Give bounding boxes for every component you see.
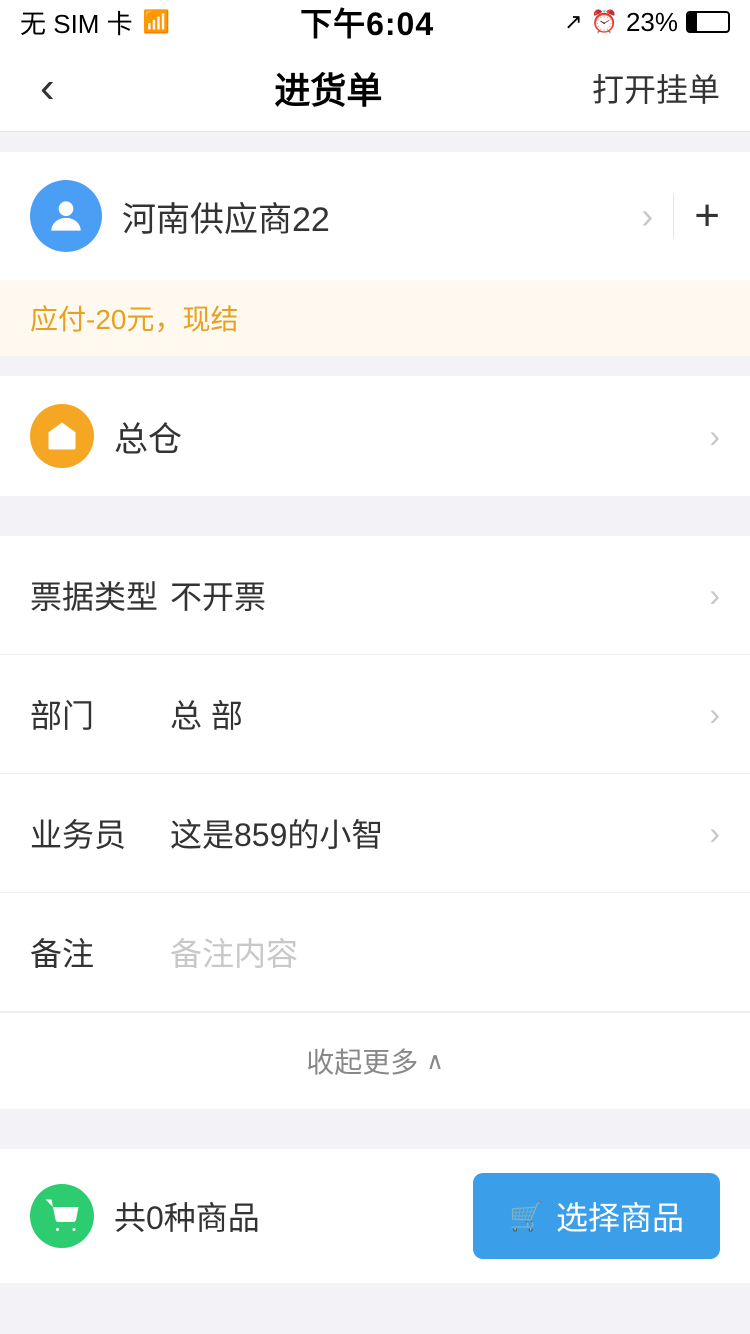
supplier-chevron-icon: › — [641, 195, 653, 237]
invoice-type-value: 不开票 — [170, 572, 709, 618]
cart-icon — [44, 1198, 80, 1234]
status-time: 下午6:04 — [300, 0, 434, 45]
form-section: 票据类型 不开票 › 部门 总 部 › 业务员 这是859的小智 › 备注 备注… — [0, 536, 750, 1109]
supplier-row[interactable]: 河南供应商22 › + — [0, 152, 750, 280]
supplier-name: 河南供应商22 — [122, 192, 641, 241]
open-pending-button[interactable]: 打开挂单 — [592, 65, 720, 111]
salesperson-value: 这是859的小智 — [170, 810, 709, 856]
supplier-avatar — [30, 180, 102, 252]
back-button[interactable]: ‹ — [30, 56, 65, 120]
wifi-icon: 📶 — [143, 9, 170, 35]
select-product-label: 选择商品 — [556, 1193, 684, 1239]
department-value: 总 部 — [170, 691, 709, 737]
warehouse-chevron-icon: › — [709, 418, 720, 455]
invoice-type-row[interactable]: 票据类型 不开票 › — [0, 536, 750, 655]
product-cart-icon — [30, 1184, 94, 1248]
status-bar: 无 SIM 卡 📶 下午6:04 ↗ ⏰ 23% — [0, 0, 750, 44]
battery-indicator — [686, 11, 730, 33]
nav-bar: ‹ 进货单 打开挂单 — [0, 44, 750, 132]
department-label: 部门 — [30, 691, 170, 737]
warehouse-icon — [30, 404, 94, 468]
collapse-icon: ∧ — [426, 1047, 444, 1076]
battery-body — [686, 11, 730, 33]
warehouse-name: 总仓 — [114, 412, 709, 461]
invoice-type-chevron-icon: › — [709, 577, 720, 614]
remark-label: 备注 — [30, 929, 170, 975]
warehouse-section: 总仓 › — [0, 376, 750, 496]
person-icon — [44, 194, 88, 238]
carrier-text: 无 SIM 卡 — [20, 4, 133, 41]
collapse-label: 收起更多 — [306, 1041, 418, 1081]
home-icon — [44, 418, 80, 454]
location-icon: ↗ — [564, 9, 582, 35]
status-carrier: 无 SIM 卡 📶 — [20, 4, 170, 41]
divider-3 — [0, 1109, 750, 1129]
salesperson-row[interactable]: 业务员 这是859的小智 › — [0, 774, 750, 893]
notice-text: 应付-20元，现结 — [30, 304, 238, 335]
product-count: 共0种商品 — [114, 1193, 473, 1239]
product-bar: 共0种商品 🛒 选择商品 — [0, 1149, 750, 1283]
remark-row[interactable]: 备注 备注内容 — [0, 893, 750, 1012]
remark-input[interactable]: 备注内容 — [170, 929, 720, 975]
status-right: ↗ ⏰ 23% — [564, 7, 730, 38]
battery-text: 23% — [626, 7, 678, 38]
supplier-section: 河南供应商22 › + 应付-20元，现结 — [0, 152, 750, 356]
salesperson-label: 业务员 — [30, 810, 170, 856]
add-supplier-button[interactable]: + — [673, 194, 720, 238]
page-title: 进货单 — [274, 62, 382, 114]
battery-fill — [688, 13, 697, 31]
invoice-type-label: 票据类型 — [30, 572, 170, 618]
select-product-icon: 🛒 — [509, 1200, 544, 1233]
department-chevron-icon: › — [709, 696, 720, 733]
divider-1 — [0, 356, 750, 376]
divider-2 — [0, 496, 750, 516]
select-product-button[interactable]: 🛒 选择商品 — [473, 1173, 720, 1259]
salesperson-chevron-icon: › — [709, 815, 720, 852]
divider-top — [0, 132, 750, 152]
collapse-row[interactable]: 收起更多 ∧ — [0, 1012, 750, 1109]
notice-banner: 应付-20元，现结 — [0, 280, 750, 356]
warehouse-row[interactable]: 总仓 › — [0, 376, 750, 496]
alarm-icon: ⏰ — [591, 9, 618, 35]
department-row[interactable]: 部门 总 部 › — [0, 655, 750, 774]
